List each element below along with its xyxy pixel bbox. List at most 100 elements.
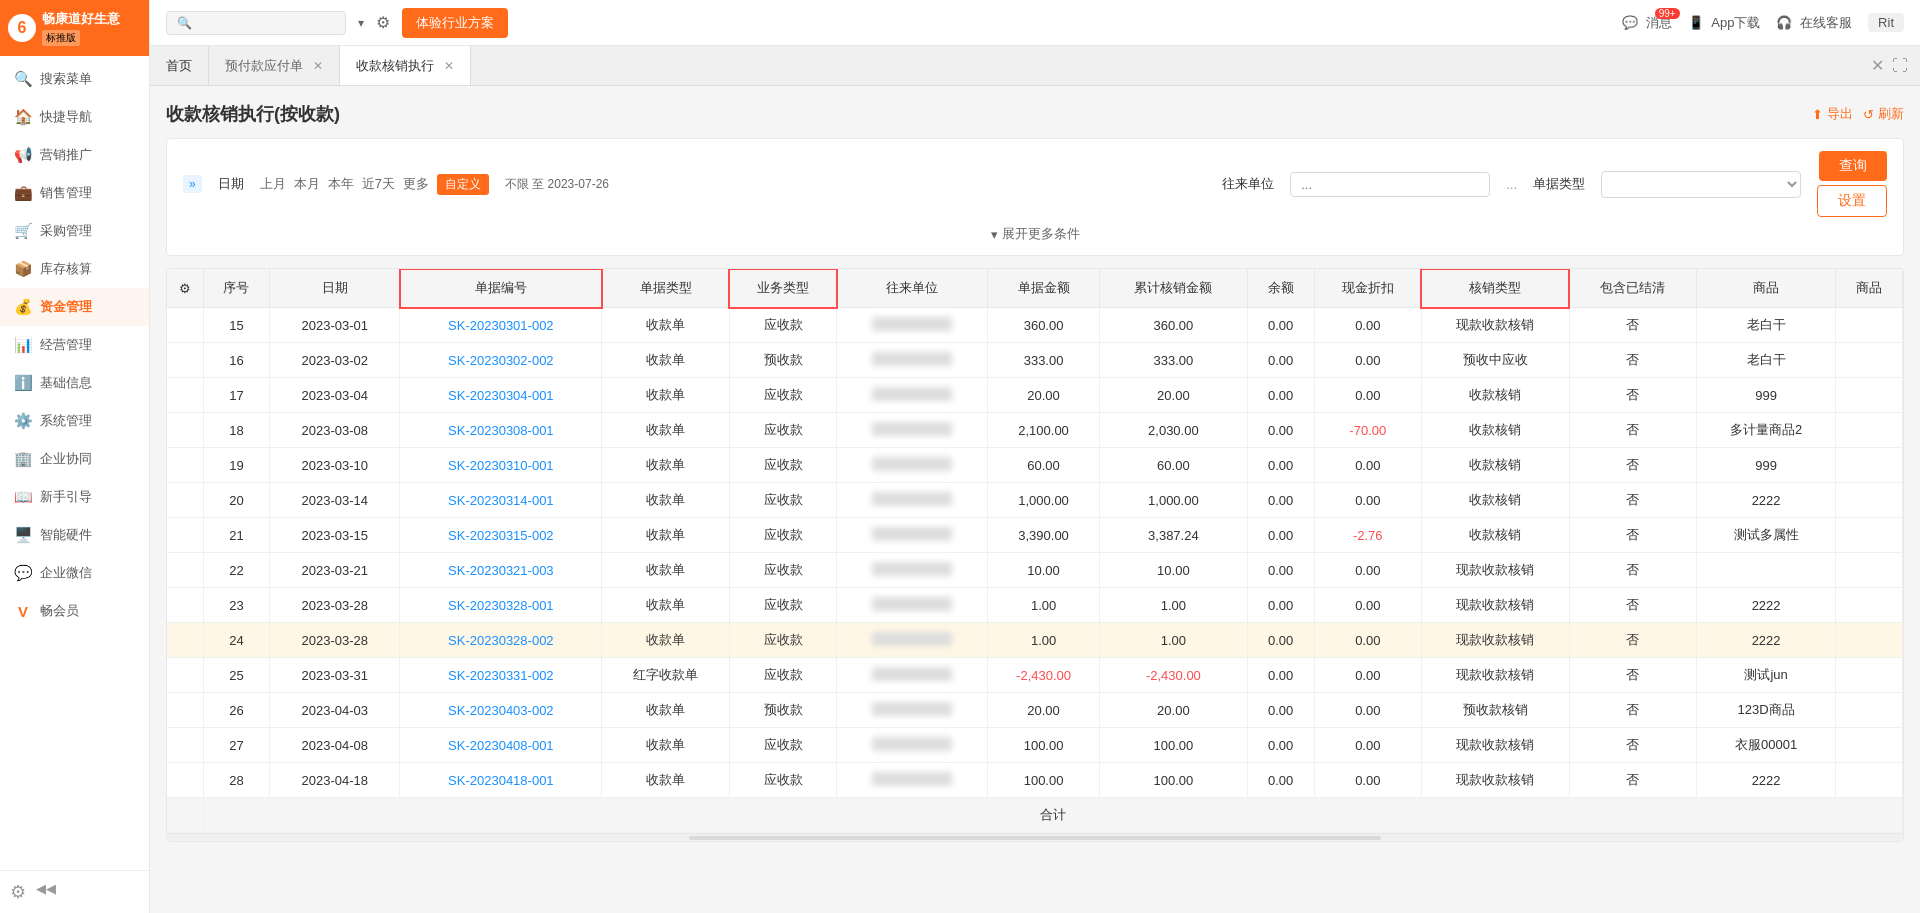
table-cell	[837, 763, 988, 798]
voucher-link[interactable]: SK-20230408-001	[448, 738, 554, 753]
table-cell: 19	[203, 448, 270, 483]
sidebar-item-purchase[interactable]: 🛒 采购管理	[0, 212, 149, 250]
table-cell[interactable]: SK-20230310-001	[400, 448, 602, 483]
dropdown-arrow[interactable]: ▾	[358, 16, 364, 30]
sidebar-item-inventory[interactable]: 📦 库存核算	[0, 250, 149, 288]
sidebar-item-wechat[interactable]: 💬 企业微信	[0, 554, 149, 592]
expand-more-button[interactable]: ▾ 展开更多条件	[991, 225, 1080, 243]
table-cell	[1836, 728, 1903, 763]
voucher-link[interactable]: SK-20230310-001	[448, 458, 554, 473]
tab-receivable-close[interactable]: ✕	[444, 59, 454, 73]
sidebar-item-operations[interactable]: 📊 经营管理	[0, 326, 149, 364]
tab-prepay[interactable]: 预付款应付单 ✕	[209, 46, 340, 85]
enterprise-icon: 🏢	[14, 450, 32, 468]
sidebar-item-system[interactable]: ⚙️ 系统管理	[0, 402, 149, 440]
col-write-off-type: 核销类型	[1421, 269, 1569, 308]
scrollbar-track	[689, 836, 1380, 840]
message-badge[interactable]: 💬 消息 99+	[1622, 14, 1672, 32]
column-settings-icon[interactable]: ⚙	[179, 281, 191, 296]
voucher-link[interactable]: SK-20230304-001	[448, 388, 554, 403]
table-cell: 否	[1569, 693, 1697, 728]
voucher-link[interactable]: SK-20230314-001	[448, 493, 554, 508]
filter-date-options: 上月 本月 本年 近7天 更多 自定义	[260, 174, 489, 195]
table-cell[interactable]: SK-20230403-002	[400, 693, 602, 728]
date-opt-last-month[interactable]: 上月	[260, 175, 286, 193]
sidebar-item-finance[interactable]: 💰 资金管理	[0, 288, 149, 326]
table-cell: 100.00	[988, 763, 1100, 798]
date-opt-7days[interactable]: 近7天	[362, 175, 395, 193]
user-name[interactable]: Rit	[1868, 13, 1904, 32]
date-opt-this-month[interactable]: 本月	[294, 175, 320, 193]
table-cell: 360.00	[988, 308, 1100, 343]
app-download[interactable]: 📱 App下载	[1688, 14, 1761, 32]
table-cell[interactable]: SK-20230331-002	[400, 658, 602, 693]
table-cell[interactable]: SK-20230315-002	[400, 518, 602, 553]
solution-button[interactable]: 体验行业方案	[402, 8, 508, 38]
sidebar-item-basic-info[interactable]: ℹ️ 基础信息	[0, 364, 149, 402]
sidebar-item-enterprise[interactable]: 🏢 企业协同	[0, 440, 149, 478]
sidebar-item-search[interactable]: 🔍 搜索菜单	[0, 60, 149, 98]
tab-prepay-close[interactable]: ✕	[313, 59, 323, 73]
filter-area: » 日期 上月 本月 本年 近7天 更多 自定义 不限 至 2023-07-26…	[166, 138, 1904, 256]
table-cell[interactable]: SK-20230328-002	[400, 623, 602, 658]
filter-expand-row: ▾ 展开更多条件	[183, 225, 1887, 243]
query-button[interactable]: 查询	[1819, 151, 1887, 181]
voucher-link[interactable]: SK-20230321-003	[448, 563, 554, 578]
voucher-link[interactable]: SK-20230331-002	[448, 668, 554, 683]
sidebar-item-member[interactable]: V 畅会员	[0, 592, 149, 630]
custom-date-btn[interactable]: 自定义	[437, 174, 489, 195]
sidebar: 6 畅康道好生意 标推版 🔍 搜索菜单 🏠 快捷导航 📢 营销推广 💼 销售管理…	[0, 0, 150, 913]
tab-receivable[interactable]: 收款核销执行 ✕	[340, 46, 471, 85]
top-search-box[interactable]: 🔍	[166, 11, 346, 35]
voucher-link[interactable]: SK-20230301-002	[448, 318, 554, 333]
date-opt-this-year[interactable]: 本年	[328, 175, 354, 193]
table-cell	[167, 728, 203, 763]
voucher-link[interactable]: SK-20230328-001	[448, 598, 554, 613]
table-cell: 0.00	[1314, 378, 1421, 413]
refresh-button[interactable]: ↺ 刷新	[1863, 105, 1904, 123]
tab-close-all-icon[interactable]: ✕	[1871, 56, 1884, 75]
table-cell[interactable]: SK-20230304-001	[400, 378, 602, 413]
tab-expand-icon[interactable]: ⛶	[1892, 57, 1908, 75]
table-cell[interactable]: SK-20230321-003	[400, 553, 602, 588]
table-cell[interactable]: SK-20230408-001	[400, 728, 602, 763]
export-button[interactable]: ⬆ 导出	[1812, 105, 1853, 123]
settings-button[interactable]: ⚙	[10, 881, 26, 903]
collapse-button[interactable]: ◀◀	[36, 881, 56, 903]
table-cell[interactable]: SK-20230302-002	[400, 343, 602, 378]
table-cell: 收款单	[602, 623, 730, 658]
sidebar-item-guide[interactable]: 📖 新手引导	[0, 478, 149, 516]
filter-settings-button[interactable]: 设置	[1817, 185, 1887, 217]
sidebar-item-hardware[interactable]: 🖥️ 智能硬件	[0, 516, 149, 554]
filter-action-btns: 查询 设置	[1817, 151, 1887, 217]
table-cell[interactable]: SK-20230328-001	[400, 588, 602, 623]
table-cell[interactable]: SK-20230418-001	[400, 763, 602, 798]
filter-expand-btn[interactable]: »	[183, 175, 202, 193]
table-cell: 0.00	[1247, 308, 1314, 343]
table-cell[interactable]: SK-20230314-001	[400, 483, 602, 518]
voucher-link[interactable]: SK-20230418-001	[448, 773, 554, 788]
voucher-link[interactable]: SK-20230328-002	[448, 633, 554, 648]
table-cell[interactable]: SK-20230301-002	[400, 308, 602, 343]
col-settings[interactable]: ⚙	[167, 269, 203, 308]
tab-home[interactable]: 首页	[150, 46, 209, 85]
message-count: 99+	[1655, 8, 1680, 19]
voucher-type-select[interactable]	[1601, 171, 1801, 198]
table-cell: 0.00	[1247, 553, 1314, 588]
sidebar-item-marketing[interactable]: 📢 营销推广	[0, 136, 149, 174]
voucher-link[interactable]: SK-20230308-001	[448, 423, 554, 438]
horizontal-scrollbar[interactable]	[167, 833, 1903, 841]
voucher-link[interactable]: SK-20230315-002	[448, 528, 554, 543]
expand-label: 展开更多条件	[1002, 225, 1080, 243]
table-cell[interactable]: SK-20230308-001	[400, 413, 602, 448]
table-cell: 预收款	[729, 343, 836, 378]
voucher-link[interactable]: SK-20230302-002	[448, 353, 554, 368]
sidebar-item-sales[interactable]: 💼 销售管理	[0, 174, 149, 212]
date-opt-more[interactable]: 更多	[403, 175, 429, 193]
gear-icon[interactable]: ⚙	[376, 13, 390, 32]
voucher-link[interactable]: SK-20230403-002	[448, 703, 554, 718]
online-service[interactable]: 🎧 在线客服	[1776, 14, 1852, 32]
counterpart-input[interactable]	[1290, 172, 1490, 197]
table-cell: 0.00	[1314, 483, 1421, 518]
sidebar-item-quick-nav[interactable]: 🏠 快捷导航	[0, 98, 149, 136]
